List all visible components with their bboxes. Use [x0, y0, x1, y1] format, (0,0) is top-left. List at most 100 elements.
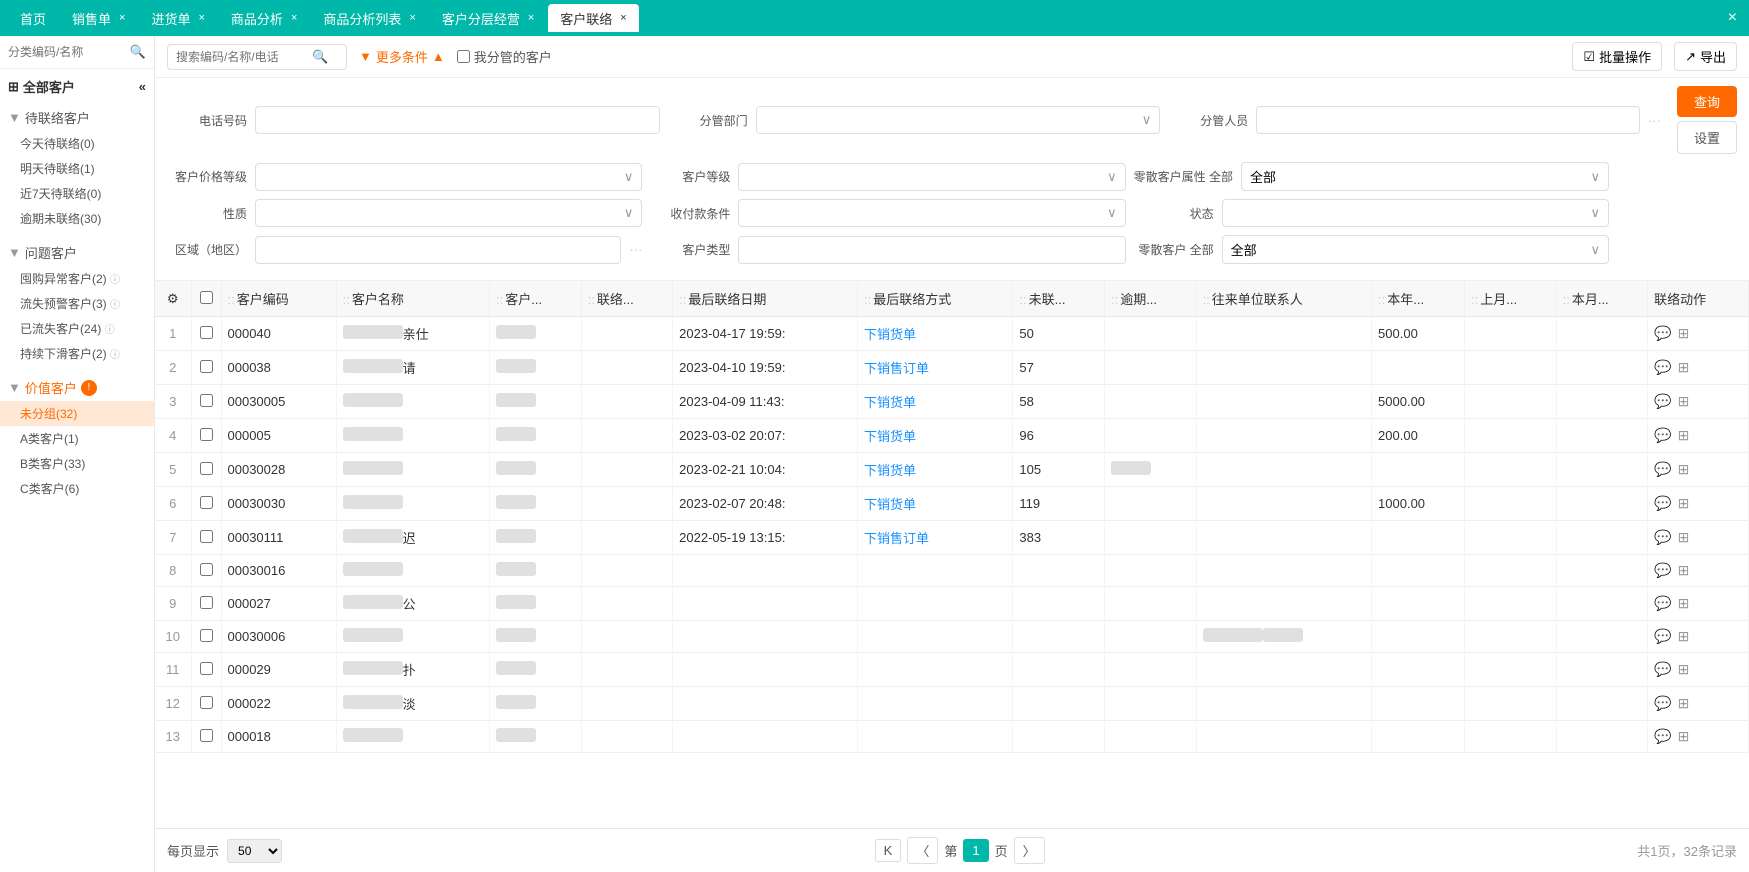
sidebar-item-loss-warning[interactable]: 流失预警客户(3) ⓘ: [0, 291, 154, 316]
my-customers-check[interactable]: [457, 50, 470, 63]
query-button[interactable]: 查询: [1677, 86, 1737, 117]
row-select-checkbox[interactable]: [200, 530, 213, 543]
row-select-checkbox[interactable]: [200, 596, 213, 609]
sidebar-search-input[interactable]: [8, 45, 126, 59]
chat-icon[interactable]: 💬: [1654, 695, 1671, 712]
contact-method-link[interactable]: 下销货单: [864, 429, 916, 444]
price-level-select[interactable]: ∨: [255, 163, 642, 191]
contact-method-link[interactable]: 下销售订单: [864, 531, 929, 546]
payment-select[interactable]: ∨: [738, 199, 1125, 227]
row-checkbox[interactable]: [191, 419, 221, 453]
nav-customer-segment-close[interactable]: ×: [528, 12, 534, 24]
sidebar-item-ungrouped[interactable]: 未分组(32): [0, 401, 154, 426]
sidebar-group-pending-header[interactable]: ▼ 待联络客户: [0, 104, 154, 131]
row-select-checkbox[interactable]: [200, 563, 213, 576]
customer-type-input[interactable]: [738, 236, 1125, 264]
grid-action-icon[interactable]: ⊞: [1678, 628, 1690, 645]
sidebar-all-customers[interactable]: ⊞ 全部客户 «: [0, 69, 154, 100]
row-checkbox[interactable]: [191, 555, 221, 587]
contact-method-link[interactable]: 下销货单: [864, 327, 916, 342]
chat-icon[interactable]: 💬: [1654, 325, 1671, 342]
nav-tab-customer-contact[interactable]: 客户联络 ×: [548, 4, 638, 32]
search-icon[interactable]: 🔍: [312, 49, 328, 65]
search-box[interactable]: 🔍: [167, 44, 347, 70]
col-settings[interactable]: ⚙: [155, 281, 191, 317]
sidebar-item-today[interactable]: 今天待联络(0): [0, 131, 154, 156]
chat-icon[interactable]: 💬: [1654, 461, 1671, 478]
chat-icon[interactable]: 💬: [1654, 359, 1671, 376]
row-select-checkbox[interactable]: [200, 462, 213, 475]
nav-tab-home[interactable]: 首页: [8, 4, 58, 32]
region-dots[interactable]: ···: [629, 242, 642, 257]
status-select[interactable]: ∨: [1222, 199, 1609, 227]
sidebar-item-lost[interactable]: 已流失客户(24) ⓘ: [0, 316, 154, 341]
sidebar-item-class-a[interactable]: A类客户(1): [0, 426, 154, 451]
row-checkbox[interactable]: [191, 487, 221, 521]
nav-tab-purchase[interactable]: 进货单 ×: [139, 4, 216, 32]
region-input[interactable]: [255, 236, 621, 264]
sidebar-search-icon[interactable]: 🔍: [130, 44, 146, 60]
nav-tab-product-analysis[interactable]: 商品分析 ×: [219, 4, 309, 32]
nav-tab-product-list[interactable]: 商品分析列表 ×: [311, 4, 427, 32]
person-input[interactable]: [1256, 106, 1640, 134]
grid-action-icon[interactable]: ⊞: [1678, 695, 1690, 712]
row-checkbox[interactable]: [191, 587, 221, 621]
search-input[interactable]: [176, 50, 306, 64]
col-checkbox[interactable]: [191, 281, 221, 317]
row-select-checkbox[interactable]: [200, 629, 213, 642]
my-customers-checkbox[interactable]: 我分管的客户: [457, 47, 552, 66]
phone-input[interactable]: [255, 106, 660, 134]
chat-icon[interactable]: 💬: [1654, 427, 1671, 444]
customer-level-select[interactable]: ∨: [738, 163, 1125, 191]
sidebar-item-class-b[interactable]: B类客户(33): [0, 451, 154, 476]
chat-icon[interactable]: 💬: [1654, 562, 1671, 579]
sidebar-item-abnormal[interactable]: 囤购异常客户(2) ⓘ: [0, 266, 154, 291]
row-select-checkbox[interactable]: [200, 662, 213, 675]
scatter-attr-select[interactable]: 全部 ∨: [1241, 162, 1609, 191]
sidebar-item-class-c[interactable]: C类客户(6): [0, 476, 154, 501]
sidebar-group-problem-header[interactable]: ▼ 问题客户: [0, 239, 154, 266]
first-page-btn[interactable]: K: [875, 839, 902, 862]
row-checkbox[interactable]: [191, 351, 221, 385]
sidebar-search-box[interactable]: 🔍: [0, 36, 154, 69]
sidebar-group-value-header[interactable]: ▼ 价值客户 !: [0, 374, 154, 401]
page-1-btn[interactable]: 1: [963, 839, 988, 862]
contact-method-link[interactable]: 下销售订单: [864, 361, 929, 376]
row-select-checkbox[interactable]: [200, 696, 213, 709]
nature-select[interactable]: ∨: [255, 199, 642, 227]
row-checkbox[interactable]: [191, 453, 221, 487]
grid-action-icon[interactable]: ⊞: [1678, 495, 1690, 512]
sidebar-item-tomorrow[interactable]: 明天待联络(1): [0, 156, 154, 181]
row-checkbox[interactable]: [191, 621, 221, 653]
export-button[interactable]: ↗ 导出: [1674, 42, 1737, 71]
grid-action-icon[interactable]: ⊞: [1678, 325, 1690, 342]
batch-ops-button[interactable]: ☑ 批量操作: [1572, 42, 1662, 71]
nav-purchase-close[interactable]: ×: [198, 12, 204, 24]
person-dots[interactable]: ···: [1648, 113, 1661, 128]
more-conditions-btn[interactable]: ▼ 更多条件 ▲: [359, 47, 445, 66]
row-checkbox[interactable]: [191, 653, 221, 687]
row-checkbox[interactable]: [191, 721, 221, 753]
grid-action-icon[interactable]: ⊞: [1678, 562, 1690, 579]
grid-action-icon[interactable]: ⊞: [1678, 728, 1690, 745]
chat-icon[interactable]: 💬: [1654, 529, 1671, 546]
row-select-checkbox[interactable]: [200, 326, 213, 339]
grid-action-icon[interactable]: ⊞: [1678, 529, 1690, 546]
nav-tab-sales[interactable]: 销售单 ×: [60, 4, 137, 32]
chat-icon[interactable]: 💬: [1654, 595, 1671, 612]
scatter-customer-select[interactable]: 全部 ∨: [1222, 235, 1609, 264]
row-checkbox[interactable]: [191, 385, 221, 419]
row-checkbox[interactable]: [191, 317, 221, 351]
contact-method-link[interactable]: 下销货单: [864, 497, 916, 512]
grid-action-icon[interactable]: ⊞: [1678, 595, 1690, 612]
chat-icon[interactable]: 💬: [1654, 495, 1671, 512]
contact-method-link[interactable]: 下销货单: [864, 463, 916, 478]
nav-product-list-close[interactable]: ×: [409, 12, 415, 24]
sidebar-item-declining[interactable]: 持续下滑客户(2) ⓘ: [0, 341, 154, 366]
row-select-checkbox[interactable]: [200, 360, 213, 373]
row-checkbox[interactable]: [191, 521, 221, 555]
contact-method-link[interactable]: 下销货单: [864, 395, 916, 410]
settings-icon[interactable]: ⚙: [167, 291, 179, 306]
chat-icon[interactable]: 💬: [1654, 628, 1671, 645]
grid-action-icon[interactable]: ⊞: [1678, 359, 1690, 376]
